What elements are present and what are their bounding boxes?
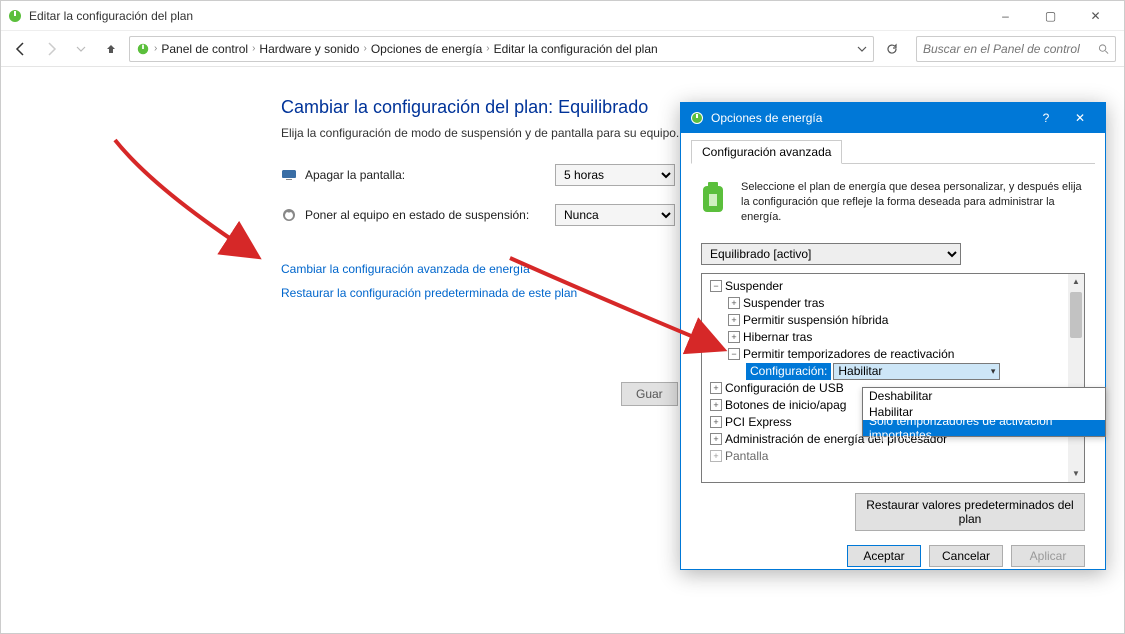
dialog-help-button[interactable]: ? <box>1029 104 1063 132</box>
dialog-close-button[interactable]: ✕ <box>1063 104 1097 132</box>
ok-button[interactable]: Aceptar <box>847 545 921 567</box>
dropdown-option-important-only[interactable]: Solo temporizadores de activación import… <box>863 420 1105 436</box>
collapse-icon[interactable]: − <box>710 280 722 292</box>
config-label: Configuración: <box>746 363 831 380</box>
power-options-dialog: Opciones de energía ? ✕ Configuración av… <box>680 102 1106 570</box>
restore-plan-defaults-button[interactable]: Restaurar valores predeterminados del pl… <box>855 493 1085 531</box>
wake-timer-dropdown: Deshabilitar Habilitar Solo temporizador… <box>862 387 1106 437</box>
expand-icon[interactable]: + <box>710 433 722 445</box>
breadcrumb[interactable]: Panel de control <box>161 42 248 56</box>
active-plan-select[interactable]: Equilibrado [activo] <box>701 243 961 265</box>
sleep-select[interactable]: Nunca <box>555 204 675 226</box>
settings-tree: −Suspender +Suspender tras +Permitir sus… <box>701 273 1085 483</box>
sleep-icon <box>281 207 297 223</box>
tree-node-display[interactable]: +Pantalla <box>704 448 1082 465</box>
forward-button[interactable] <box>39 37 63 61</box>
up-button[interactable] <box>99 37 123 61</box>
expand-icon[interactable]: + <box>710 416 722 428</box>
power-options-icon <box>7 8 23 24</box>
navbar: › Panel de control › Hardware y sonido ›… <box>1 31 1124 67</box>
address-bar[interactable]: › Panel de control › Hardware y sonido ›… <box>129 36 874 62</box>
config-value-select[interactable]: Habilitar ▾ <box>833 363 1000 380</box>
tree-node-wake-timers[interactable]: −Permitir temporizadores de reactivación <box>704 346 1082 363</box>
dialog-titlebar: Opciones de energía ? ✕ <box>681 103 1105 133</box>
cancel-button[interactable]: Cancelar <box>929 545 1003 567</box>
search-icon <box>1098 43 1109 55</box>
battery-icon <box>695 180 731 216</box>
expand-icon[interactable]: + <box>710 382 722 394</box>
expand-icon[interactable]: + <box>710 399 722 411</box>
tree-node-config[interactable]: Configuración: Habilitar ▾ <box>704 363 1082 380</box>
expand-icon[interactable]: + <box>728 331 740 343</box>
scroll-down-button[interactable]: ▼ <box>1068 466 1084 482</box>
maximize-button[interactable]: ▢ <box>1028 2 1073 30</box>
search-input[interactable] <box>923 42 1094 56</box>
dialog-intro-text: Seleccione el plan de energía que desea … <box>741 180 1091 225</box>
scroll-thumb[interactable] <box>1070 292 1082 338</box>
expand-icon[interactable]: + <box>728 297 740 309</box>
expand-icon[interactable]: + <box>728 314 740 326</box>
minimize-button[interactable]: – <box>983 2 1028 30</box>
dropdown-option-disable[interactable]: Deshabilitar <box>863 388 1105 404</box>
chevron-down-icon: ▾ <box>991 366 996 377</box>
apply-button[interactable]: Aplicar <box>1011 545 1085 567</box>
dialog-title: Opciones de energía <box>711 111 1029 125</box>
breadcrumb[interactable]: Opciones de energía <box>371 42 482 56</box>
display-off-label: Apagar la pantalla: <box>305 168 555 182</box>
save-changes-button[interactable]: Guar <box>621 382 678 406</box>
refresh-button[interactable] <box>880 37 904 61</box>
breadcrumb[interactable]: Hardware y sonido <box>259 42 359 56</box>
close-button[interactable]: ✕ <box>1073 2 1118 30</box>
display-off-select[interactable]: 5 horas <box>555 164 675 186</box>
tree-node-hibrida[interactable]: +Permitir suspensión híbrida <box>704 312 1082 329</box>
sleep-label: Poner al equipo en estado de suspensión: <box>305 208 555 222</box>
power-options-icon <box>136 42 150 56</box>
tree-node-suspender[interactable]: −Suspender <box>704 278 1082 295</box>
recent-dropdown[interactable] <box>69 37 93 61</box>
breadcrumb[interactable]: Editar la configuración del plan <box>494 42 658 56</box>
window-title: Editar la configuración del plan <box>29 9 983 23</box>
dialog-tabs: Configuración avanzada <box>691 139 1095 164</box>
tree-scrollbar[interactable]: ▲ ▼ <box>1068 274 1084 482</box>
back-button[interactable] <box>9 37 33 61</box>
power-options-icon <box>689 110 705 126</box>
titlebar: Editar la configuración del plan – ▢ ✕ <box>1 1 1124 31</box>
collapse-icon[interactable]: − <box>728 348 740 360</box>
tab-advanced-config[interactable]: Configuración avanzada <box>691 140 842 164</box>
scroll-up-button[interactable]: ▲ <box>1068 274 1084 290</box>
expand-icon[interactable]: + <box>710 450 722 462</box>
tree-node-suspender-tras[interactable]: +Suspender tras <box>704 295 1082 312</box>
chevron-down-icon[interactable] <box>857 44 867 54</box>
control-panel-search[interactable] <box>916 36 1116 62</box>
tree-node-hibernar[interactable]: +Hibernar tras <box>704 329 1082 346</box>
display-icon <box>281 167 297 183</box>
